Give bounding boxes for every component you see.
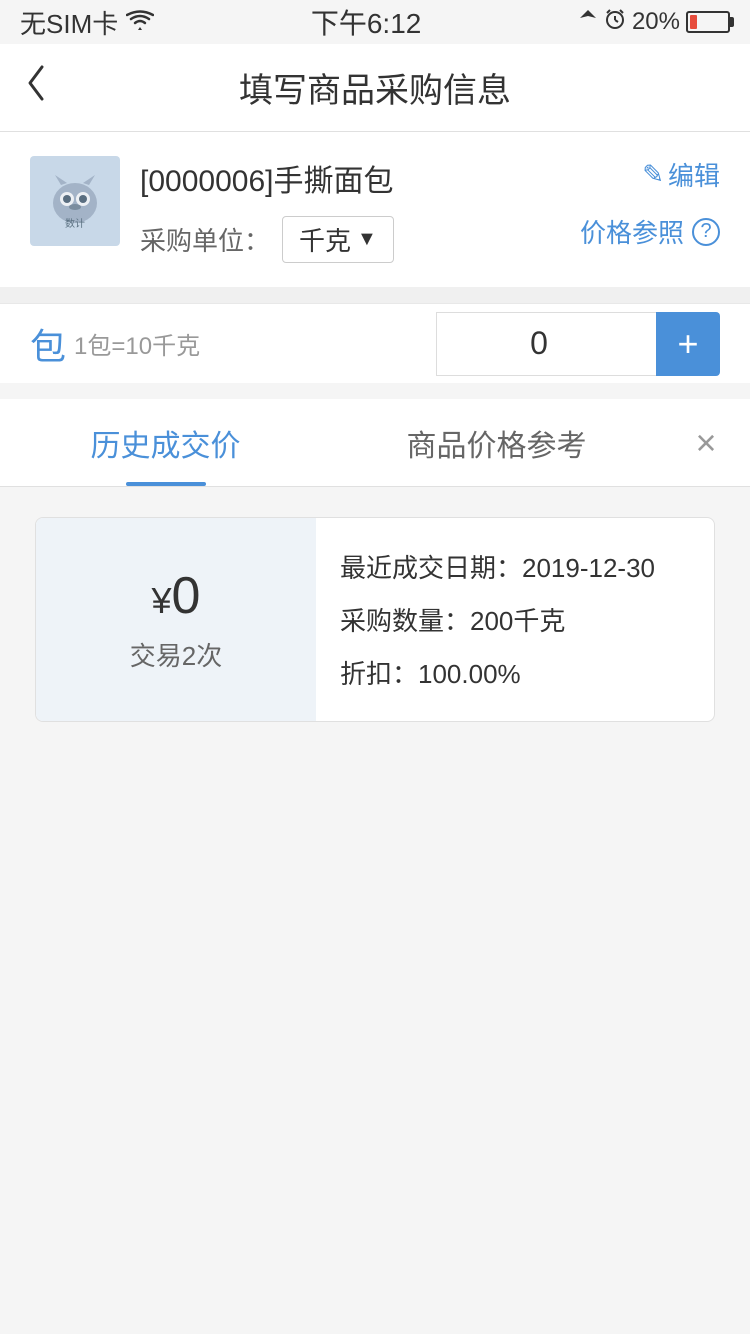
dropdown-arrow-icon: ▼	[357, 228, 377, 251]
edit-icon: ✎	[642, 159, 664, 190]
section-divider-1	[0, 287, 750, 303]
detail-date-label: 最近成交日期：	[340, 553, 522, 583]
quantity-control: +	[436, 312, 720, 376]
detail-discount-label: 折扣：	[340, 659, 418, 689]
tab-close-button[interactable]: ×	[662, 399, 750, 487]
battery-percent: 20%	[632, 8, 680, 36]
detail-date-value: 2019-12-30	[522, 553, 655, 583]
yen-symbol: ¥	[152, 580, 172, 621]
detail-recent-date: 最近成交日期：2019-12-30	[340, 548, 690, 585]
help-icon: ?	[692, 218, 720, 246]
history-price-value: ¥0	[152, 566, 201, 626]
product-name: [0000006]手撕面包	[140, 156, 394, 200]
back-button[interactable]	[24, 63, 48, 112]
tab-active-indicator	[126, 482, 206, 486]
page-title: 填写商品采购信息	[239, 63, 511, 112]
status-time: 下午6:12	[311, 2, 422, 42]
tabs-header: 历史成交价 商品价格参考 ×	[0, 399, 750, 487]
product-card: 数计 [0000006]手撕面包 采购单位： 千克 ▼ ✎ 编辑	[0, 132, 750, 287]
tabs-panel: 历史成交价 商品价格参考 × ¥0 交易2次 最近成交日期：2019-12-30…	[0, 399, 750, 722]
price-reference-button[interactable]: 价格参照 ?	[580, 213, 720, 250]
status-carrier: 无SIM卡	[20, 4, 154, 41]
quantity-row: 包 1包=10千克 +	[0, 303, 750, 383]
battery-icon	[686, 11, 730, 33]
navigation-bar: 填写商品采购信息	[0, 44, 750, 132]
unit-value: 千克	[299, 221, 351, 258]
unit-select[interactable]: 千克 ▼	[282, 216, 394, 263]
wifi-icon	[126, 7, 154, 38]
quantity-plus-button[interactable]: +	[656, 312, 720, 376]
alarm-icon	[604, 8, 626, 37]
tab-product-price-ref[interactable]: 商品价格参考	[331, 399, 662, 486]
unit-char: 包	[30, 318, 66, 370]
history-price-section: ¥0 交易2次	[36, 518, 316, 721]
unit-label: 采购单位：	[140, 221, 270, 258]
svg-text:数计: 数计	[65, 217, 85, 230]
detail-qty-label: 采购数量：	[340, 606, 470, 636]
quantity-input[interactable]	[436, 312, 656, 376]
detail-quantity: 采购数量：200千克	[340, 601, 690, 638]
edit-button[interactable]: ✎ 编辑	[642, 156, 720, 193]
location-icon	[578, 8, 598, 37]
history-trades: 交易2次	[130, 636, 222, 673]
conversion-note: 1包=10千克	[74, 326, 200, 361]
carrier-text: 无SIM卡	[20, 4, 118, 41]
product-thumbnail: 数计	[30, 156, 120, 246]
history-card: ¥0 交易2次 最近成交日期：2019-12-30 采购数量：200千克 折扣：…	[35, 517, 715, 722]
status-indicators: 20%	[578, 8, 730, 37]
status-bar: 无SIM卡 下午6:12 20%	[0, 0, 750, 44]
detail-qty-value: 200千克	[470, 606, 565, 636]
detail-discount-value: 100.00%	[418, 659, 521, 689]
tab-history-price[interactable]: 历史成交价	[0, 399, 331, 486]
detail-discount: 折扣：100.00%	[340, 654, 690, 691]
history-details-section: 最近成交日期：2019-12-30 采购数量：200千克 折扣：100.00%	[316, 518, 714, 721]
